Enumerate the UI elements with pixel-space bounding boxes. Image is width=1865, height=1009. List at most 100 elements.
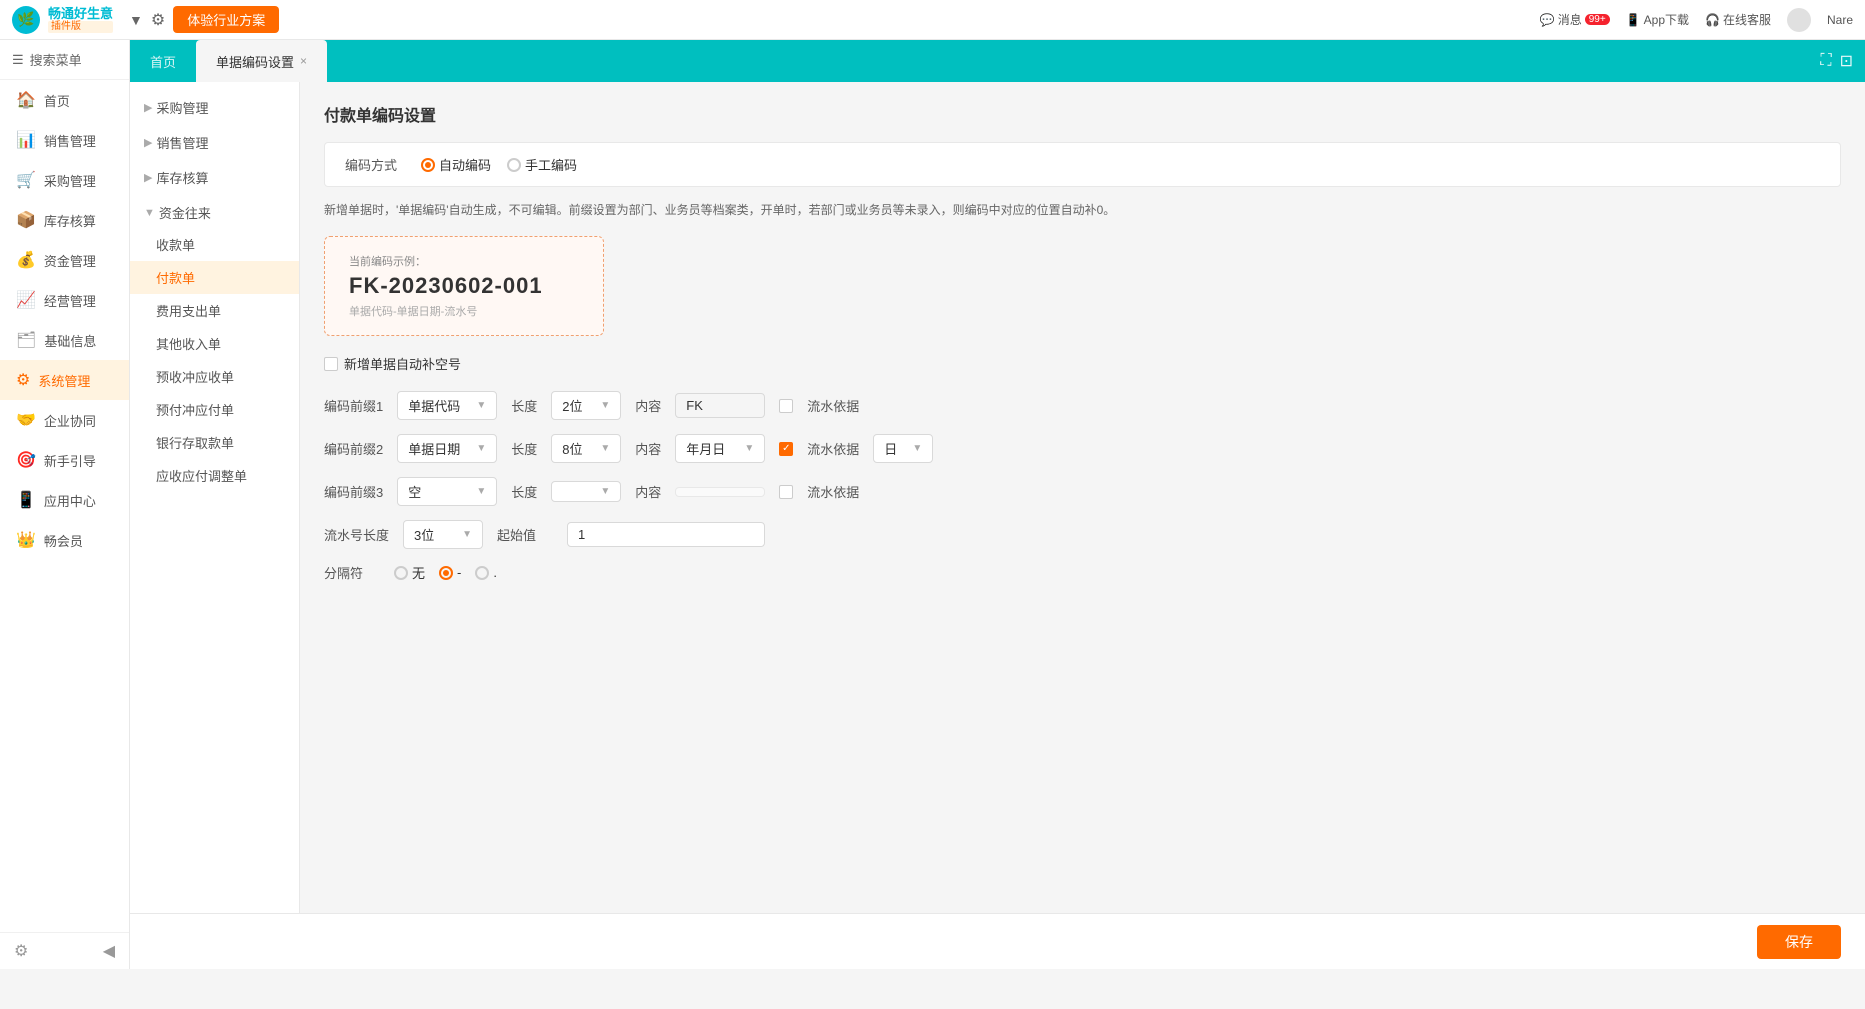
manual-coding-radio[interactable] (507, 158, 521, 172)
sidebar: ☰ 搜索菜单 🏠 首页 📊 销售管理 🛒 采购管理 📦 库存核算 💰 资金管理 … (0, 40, 130, 969)
app-download-btn[interactable]: 📱 App下载 (1626, 11, 1689, 28)
prefix1-select[interactable]: 单据代码 ▼ (397, 391, 497, 420)
sidebar-item-guide[interactable]: 🎯 新手引导 (0, 440, 129, 480)
serial-length-value: 3位 (414, 525, 434, 544)
sidebar-item-finance[interactable]: 💰 资金管理 (0, 240, 129, 280)
prefix2-content-select[interactable]: 年月日 ▼ (675, 434, 765, 463)
subnav-item-ap-adjust[interactable]: 应收应付调整单 (130, 459, 299, 492)
serial-row: 流水号长度 3位 ▼ 起始值 (324, 520, 1841, 549)
trial-btn[interactable]: 体验行业方案 (173, 6, 279, 33)
prefix2-arrow: ▼ (476, 443, 486, 454)
settings-btn[interactable]: ⚙ (151, 10, 165, 30)
separator-none-option[interactable]: 无 (394, 563, 425, 582)
auto-fill-checkbox[interactable] (324, 357, 338, 371)
sidebar-item-basic[interactable]: 🗂 基础信息 (0, 320, 129, 360)
basic-icon: 🗂 (16, 330, 36, 350)
sidebar-label-purchase: 采购管理 (44, 171, 96, 190)
sidebar-settings-btn[interactable]: ⚙ (14, 941, 28, 961)
sidebar-item-member[interactable]: 👑 畅会员 (0, 520, 129, 560)
prefix3-length-arrow: ▼ (600, 486, 610, 497)
sidebar-label-sales: 销售管理 (44, 131, 96, 150)
finance-icon: 💰 (16, 250, 36, 270)
subnav-item-expense[interactable]: 费用支出单 (130, 294, 299, 327)
subnav-item-receipt[interactable]: 收款单 (130, 228, 299, 261)
separator-dot-radio[interactable] (475, 566, 489, 580)
search-menu-btn[interactable]: ☰ 搜索菜单 (0, 40, 129, 80)
separator-label: 分隔符 (324, 563, 380, 582)
sidebar-item-inventory[interactable]: 📦 库存核算 (0, 200, 129, 240)
subnav-item-other-income[interactable]: 其他收入单 (130, 327, 299, 360)
prefix3-arrow: ▼ (476, 486, 486, 497)
manual-coding-option[interactable]: 手工编码 (507, 155, 577, 174)
separator-dash-option[interactable]: - (439, 565, 461, 580)
sidebar-item-sales[interactable]: 📊 销售管理 (0, 120, 129, 160)
separator-row: 分隔符 无 - . (324, 563, 1841, 582)
prefix2-length-select[interactable]: 8位 ▼ (551, 434, 621, 463)
message-btn[interactable]: 💬 消息 99+ (1540, 11, 1610, 28)
prefix2-flow-checkbox[interactable]: ✓ (779, 442, 793, 456)
serial-start-input[interactable] (567, 522, 765, 547)
auto-coding-radio[interactable] (421, 158, 435, 172)
coding-method-radios: 自动编码 手工编码 (421, 155, 577, 174)
sidebar-item-apps[interactable]: 📱 应用中心 (0, 480, 129, 520)
prefix3-length-select[interactable]: ▼ (551, 481, 621, 502)
prefix2-length-value: 8位 (562, 439, 582, 458)
subnav-item-advance-recv[interactable]: 预收冲应收单 (130, 360, 299, 393)
sidebar-item-operations[interactable]: 📈 经营管理 (0, 280, 129, 320)
prefix2-flow-label: 流水依据 (807, 439, 859, 458)
sidebar-collapse-btn[interactable]: ◀ (103, 941, 115, 961)
top-bar-center: ▼ ⚙ 体验行业方案 (129, 6, 279, 33)
sidebar-items: 🏠 首页 📊 销售管理 🛒 采购管理 📦 库存核算 💰 资金管理 📈 经营管理 … (0, 80, 129, 932)
prefix-row-2: 编码前缀2 单据日期 ▼ 长度 8位 ▼ 内容 年月日 ▼ ✓ 流水依据 (324, 434, 1841, 463)
sidebar-item-enterprise[interactable]: 🤝 企业协同 (0, 400, 129, 440)
auto-coding-option[interactable]: 自动编码 (421, 155, 491, 174)
subnav-item-bank[interactable]: 银行存取款单 (130, 426, 299, 459)
top-bar-left: 🌿 畅通好生意 插件版 (12, 6, 113, 34)
prefix1-flow-checkbox[interactable] (779, 399, 793, 413)
info-text: 新增单据时，'单据编码'自动生成，不可编辑。前缀设置为部门、业务员等档案类，开单… (324, 201, 1841, 220)
msg-label: 消息 (1558, 11, 1582, 28)
prefix2-content-label: 内容 (635, 439, 661, 458)
coding-method-label: 编码方式 (345, 155, 397, 174)
prefix1-length-select[interactable]: 2位 ▼ (551, 391, 621, 420)
separator-dash-radio[interactable] (439, 566, 453, 580)
serial-length-select[interactable]: 3位 ▼ (403, 520, 483, 549)
code-preview-box: 当前编码示例： FK-20230602-001 单据代码-单据日期-流水号 (324, 236, 604, 336)
tab-active[interactable]: 单据编码设置 × (196, 40, 327, 82)
tab-home-label: 首页 (150, 52, 176, 71)
subnav-title-sales[interactable]: ▶ 销售管理 (130, 127, 299, 158)
tab-active-label: 单据编码设置 (216, 52, 294, 71)
member-icon: 👑 (16, 530, 36, 550)
prefix3-length-label: 长度 (511, 482, 537, 501)
tab-close-btn[interactable]: × (300, 54, 307, 68)
prefix3-flow-checkbox[interactable] (779, 485, 793, 499)
sidebar-item-system[interactable]: ⚙ 系统管理 (0, 360, 129, 400)
subnav-title-purchase[interactable]: ▶ 采购管理 (130, 92, 299, 123)
subnav-item-payment[interactable]: 付款单 (130, 261, 299, 294)
tab-fullscreen-btn[interactable]: ⛶ (1820, 52, 1831, 70)
separator-none-radio[interactable] (394, 566, 408, 580)
sidebar-label-system: 系统管理 (38, 371, 90, 390)
prefix2-select[interactable]: 单据日期 ▼ (397, 434, 497, 463)
online-support-btn[interactable]: 🎧 在线客服 (1705, 11, 1771, 28)
prefix3-label: 编码前缀3 (324, 482, 383, 501)
avatar[interactable] (1787, 8, 1811, 32)
sidebar-item-home[interactable]: 🏠 首页 (0, 80, 129, 120)
prefix1-content-label: 内容 (635, 396, 661, 415)
subnav-group-sales: ▶ 销售管理 (130, 127, 299, 158)
tab-restore-btn[interactable]: ⊡ (1840, 51, 1853, 71)
sidebar-item-purchase[interactable]: 🛒 采购管理 (0, 160, 129, 200)
subnav-item-advance-pay[interactable]: 预付冲应付单 (130, 393, 299, 426)
prefix3-select[interactable]: 空 ▼ (397, 477, 497, 506)
separator-dot-option[interactable]: . (475, 565, 497, 580)
main-wrapper: 首页 单据编码设置 × ⛶ ⊡ ▶ 采购管理 ▶ 销售管理 (130, 40, 1865, 969)
save-button[interactable]: 保存 (1757, 925, 1841, 959)
prefix2-period-select[interactable]: 日 ▼ (873, 434, 933, 463)
serial-length-arrow: ▼ (462, 529, 472, 540)
tab-home[interactable]: 首页 (130, 40, 196, 82)
apps-icon: 📱 (16, 490, 36, 510)
subnav-title-capital[interactable]: ▼ 资金往来 (130, 197, 299, 228)
home-icon: 🏠 (16, 90, 36, 110)
dropdown-btn[interactable]: ▼ (129, 12, 143, 28)
subnav-title-inventory[interactable]: ▶ 库存核算 (130, 162, 299, 193)
